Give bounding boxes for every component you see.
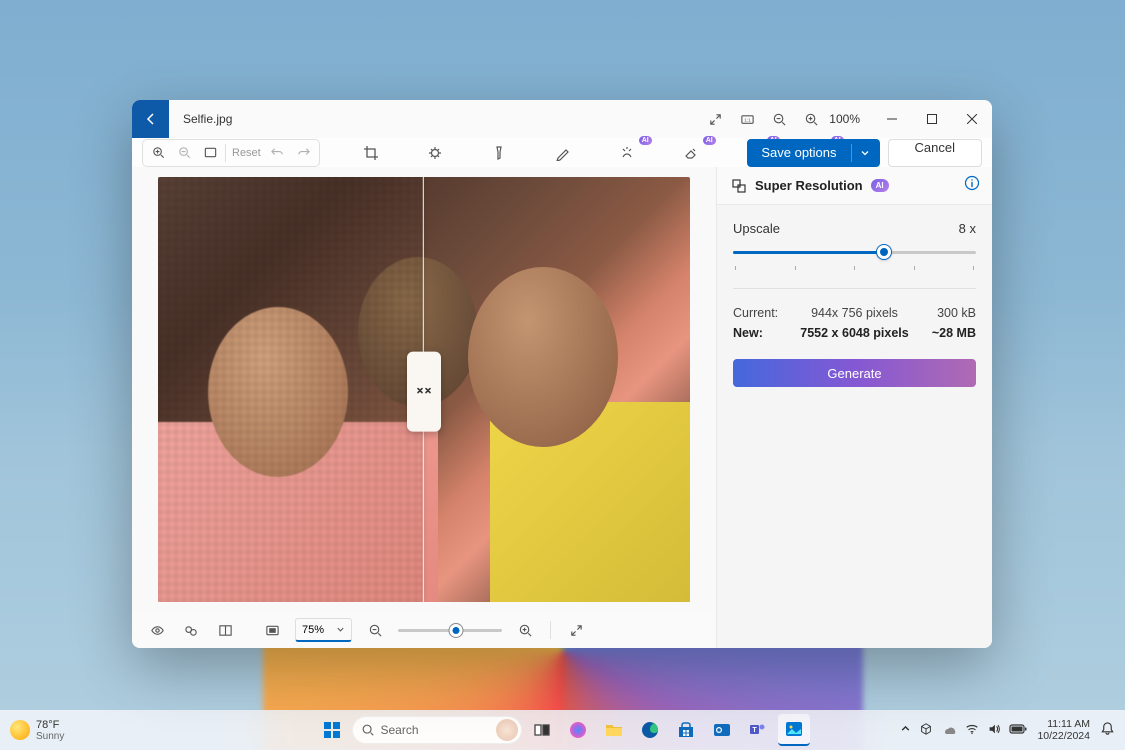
redo-button[interactable] bbox=[291, 140, 317, 166]
titlebar: Selfie.jpg 1:1 100% bbox=[132, 100, 992, 138]
fit-tool[interactable] bbox=[197, 140, 223, 166]
onedrive-icon[interactable] bbox=[941, 721, 957, 740]
titlebar-zoom-level: 100% bbox=[829, 112, 860, 126]
back-button[interactable] bbox=[132, 100, 169, 138]
explorer-icon[interactable] bbox=[598, 714, 630, 746]
zoom-select[interactable]: 75% bbox=[295, 618, 352, 642]
cancel-button[interactable]: Cancel bbox=[888, 139, 982, 167]
info-icon[interactable] bbox=[964, 175, 980, 196]
split-view-icon[interactable] bbox=[212, 617, 238, 643]
temperature: 78°F bbox=[36, 719, 64, 731]
new-dimensions: 7552 x 6048 pixels bbox=[800, 326, 908, 340]
zoom-out-bottom[interactable] bbox=[362, 617, 388, 643]
fit-screen-icon[interactable] bbox=[259, 617, 285, 643]
volume-icon[interactable] bbox=[987, 722, 1001, 739]
markup-tool[interactable] bbox=[546, 140, 580, 166]
teams-icon[interactable]: T bbox=[742, 714, 774, 746]
search-icon bbox=[361, 723, 375, 737]
retouch-tool[interactable]: AI bbox=[610, 140, 644, 166]
zoom-out-icon[interactable] bbox=[763, 100, 795, 138]
super-resolution-panel: Super Resolution AI Upscale 8 x Cu bbox=[716, 167, 992, 648]
date: 10/22/2024 bbox=[1037, 730, 1090, 742]
slider-ticks bbox=[733, 266, 976, 270]
clock[interactable]: 11:11 AM 10/22/2024 bbox=[1037, 718, 1090, 742]
outlook-icon[interactable] bbox=[706, 714, 738, 746]
notifications-icon[interactable] bbox=[1100, 721, 1115, 739]
sun-icon bbox=[10, 720, 30, 740]
zoom-in-icon[interactable] bbox=[795, 100, 827, 138]
minimize-button[interactable] bbox=[872, 100, 912, 138]
adjust-tool[interactable] bbox=[418, 140, 452, 166]
chevron-up-icon[interactable] bbox=[900, 723, 911, 737]
zoom-in-bottom[interactable] bbox=[512, 617, 538, 643]
svg-text:T: T bbox=[752, 727, 757, 734]
compare-icon[interactable] bbox=[178, 617, 204, 643]
ai-badge: AI bbox=[871, 179, 889, 192]
filter-tool[interactable] bbox=[482, 140, 516, 166]
current-size: 300 kB bbox=[921, 306, 976, 320]
eye-icon[interactable] bbox=[144, 617, 170, 643]
crop-tool[interactable] bbox=[354, 140, 388, 166]
close-button[interactable] bbox=[952, 100, 992, 138]
time: 11:11 AM bbox=[1037, 718, 1090, 730]
zoom-in-tool[interactable] bbox=[145, 140, 171, 166]
chevron-down-icon[interactable] bbox=[851, 144, 870, 162]
current-label: Current: bbox=[733, 306, 788, 320]
zoom-slider[interactable] bbox=[398, 629, 502, 632]
wifi-icon[interactable] bbox=[965, 722, 979, 739]
weather-condition: Sunny bbox=[36, 731, 64, 742]
compare-handle[interactable] bbox=[407, 351, 441, 431]
edge-icon[interactable] bbox=[634, 714, 666, 746]
expand-icon[interactable] bbox=[699, 100, 731, 138]
new-size: ~28 MB bbox=[921, 326, 976, 340]
new-label: New: bbox=[733, 326, 788, 340]
save-options-button[interactable]: Save options bbox=[747, 139, 879, 167]
maximize-button[interactable] bbox=[912, 100, 952, 138]
copilot-icon[interactable] bbox=[562, 714, 594, 746]
taskbar: 78°F Sunny Search T 11:11 AM 10/22 bbox=[0, 710, 1125, 750]
erase-tool[interactable]: AI bbox=[674, 140, 708, 166]
battery-icon[interactable] bbox=[1009, 723, 1027, 738]
editing-toolbar: Reset AI AI AI AI Save options Cancel bbox=[132, 138, 992, 167]
photos-app-icon[interactable] bbox=[778, 714, 810, 746]
start-button[interactable] bbox=[316, 714, 348, 746]
undo-button[interactable] bbox=[265, 140, 291, 166]
image-area: 75% bbox=[132, 167, 716, 648]
cube-icon[interactable] bbox=[919, 722, 933, 739]
search-highlight bbox=[496, 719, 518, 741]
generate-button[interactable]: Generate bbox=[733, 359, 976, 387]
current-dimensions: 944x 756 pixels bbox=[811, 306, 898, 320]
zoom-out-tool[interactable] bbox=[171, 140, 197, 166]
upscale-slider[interactable] bbox=[733, 242, 976, 262]
weather-widget[interactable]: 78°F Sunny bbox=[10, 719, 64, 742]
reset-button[interactable]: Reset bbox=[228, 147, 265, 159]
panel-title: Super Resolution bbox=[755, 178, 863, 193]
fullscreen-icon[interactable] bbox=[563, 617, 589, 643]
super-resolution-icon bbox=[731, 178, 747, 194]
upscale-value: 8 x bbox=[959, 221, 976, 236]
svg-text:1:1: 1:1 bbox=[744, 117, 751, 122]
store-icon[interactable] bbox=[670, 714, 702, 746]
upscale-label: Upscale bbox=[733, 221, 780, 236]
taskbar-search[interactable]: Search bbox=[352, 716, 522, 744]
file-title: Selfie.jpg bbox=[183, 112, 232, 126]
photos-app-window: Selfie.jpg 1:1 100% Reset bbox=[132, 100, 992, 648]
bottom-bar: 75% bbox=[132, 612, 716, 648]
aspect-ratio-icon[interactable]: 1:1 bbox=[731, 100, 763, 138]
photo-preview bbox=[158, 177, 690, 602]
task-view-icon[interactable] bbox=[526, 714, 558, 746]
